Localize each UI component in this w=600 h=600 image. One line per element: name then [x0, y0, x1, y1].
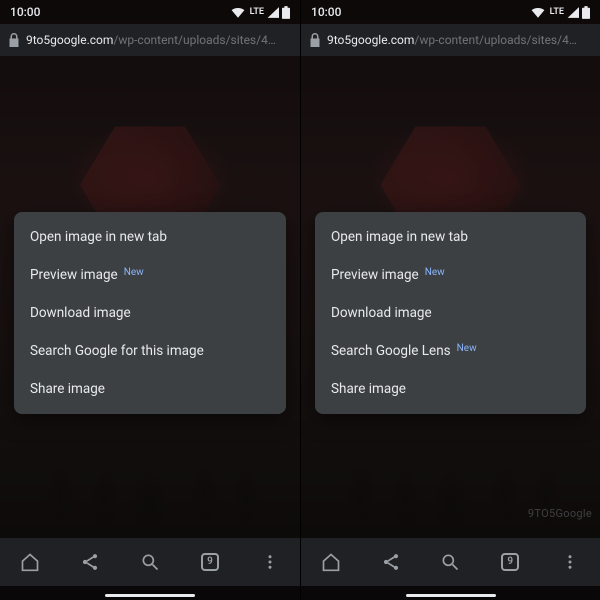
new-badge: New — [457, 343, 477, 354]
battery-icon — [582, 6, 590, 19]
menu-share-image[interactable]: Share image — [14, 370, 286, 408]
nav-more-button[interactable] — [248, 540, 292, 584]
lock-icon — [309, 33, 321, 47]
nav-share-button[interactable] — [369, 540, 413, 584]
menu-search-google-image[interactable]: Search Google for this image — [14, 332, 286, 370]
watermark: 9TO5Google — [528, 507, 592, 520]
url-path: /wp-content/uploads/sites/4… — [414, 33, 576, 47]
url-bar[interactable]: 9to5google.com/wp-content/uploads/sites/… — [0, 24, 300, 56]
url-host: 9to5google.com — [26, 33, 113, 47]
bottom-nav: 9 — [0, 538, 300, 586]
menu-item-label: Preview image — [331, 267, 419, 283]
nav-search-button[interactable] — [428, 540, 472, 584]
screenshot-left: 10:00 LTE 9to5google.com/wp-content/uplo… — [0, 0, 300, 600]
menu-open-new-tab[interactable]: Open image in new tab — [14, 218, 286, 256]
url-path: /wp-content/uploads/sites/4… — [113, 33, 275, 47]
menu-download-image[interactable]: Download image — [14, 294, 286, 332]
gesture-bar[interactable] — [105, 594, 195, 597]
url-host: 9to5google.com — [327, 33, 414, 47]
gesture-bar[interactable] — [406, 594, 496, 597]
menu-search-google-lens[interactable]: Search Google Lens New — [315, 332, 586, 370]
menu-item-label: Download image — [30, 305, 131, 321]
menu-open-new-tab[interactable]: Open image in new tab — [315, 218, 586, 256]
url-text: 9to5google.com/wp-content/uploads/sites/… — [26, 33, 276, 47]
menu-item-label: Search Google Lens — [331, 343, 451, 359]
wifi-icon — [231, 7, 245, 18]
menu-item-label: Share image — [30, 381, 105, 397]
menu-item-label: Share image — [331, 381, 406, 397]
signal-icon — [567, 7, 579, 18]
wifi-icon — [531, 7, 545, 18]
lte-label: LTE — [250, 7, 264, 17]
nav-tabs-button[interactable]: 9 — [488, 540, 532, 584]
menu-item-label: Preview image — [30, 267, 118, 283]
new-badge: New — [124, 267, 144, 278]
lte-label: LTE — [550, 7, 564, 17]
menu-item-label: Search Google for this image — [30, 343, 204, 359]
context-menu: Open image in new tab Preview image New D… — [14, 212, 286, 414]
signal-icon — [267, 7, 279, 18]
nav-share-button[interactable] — [68, 540, 112, 584]
nav-more-button[interactable] — [548, 540, 592, 584]
nav-search-button[interactable] — [128, 540, 172, 584]
screenshot-right: 10:00 LTE 9to5google.com/wp-content/uplo… — [300, 0, 600, 600]
menu-item-label: Download image — [331, 305, 432, 321]
menu-share-image[interactable]: Share image — [315, 370, 586, 408]
tab-count: 9 — [201, 553, 219, 571]
menu-download-image[interactable]: Download image — [315, 294, 586, 332]
battery-icon — [282, 6, 290, 19]
nav-home-button[interactable] — [309, 540, 353, 584]
nav-tabs-button[interactable]: 9 — [188, 540, 232, 584]
status-time: 10:00 — [10, 5, 40, 19]
new-badge: New — [425, 267, 445, 278]
status-time: 10:00 — [311, 5, 341, 19]
menu-preview-image[interactable]: Preview image New — [14, 256, 286, 294]
menu-item-label: Open image in new tab — [30, 229, 167, 245]
menu-item-label: Open image in new tab — [331, 229, 468, 245]
context-menu: Open image in new tab Preview image New D… — [315, 212, 586, 414]
status-bar: 10:00 LTE — [301, 0, 600, 24]
tab-count: 9 — [501, 553, 519, 571]
url-bar[interactable]: 9to5google.com/wp-content/uploads/sites/… — [301, 24, 600, 56]
menu-preview-image[interactable]: Preview image New — [315, 256, 586, 294]
status-bar: 10:00 LTE — [0, 0, 300, 24]
lock-icon — [8, 33, 20, 47]
bottom-nav: 9 — [301, 538, 600, 586]
url-text: 9to5google.com/wp-content/uploads/sites/… — [327, 33, 577, 47]
nav-home-button[interactable] — [8, 540, 52, 584]
